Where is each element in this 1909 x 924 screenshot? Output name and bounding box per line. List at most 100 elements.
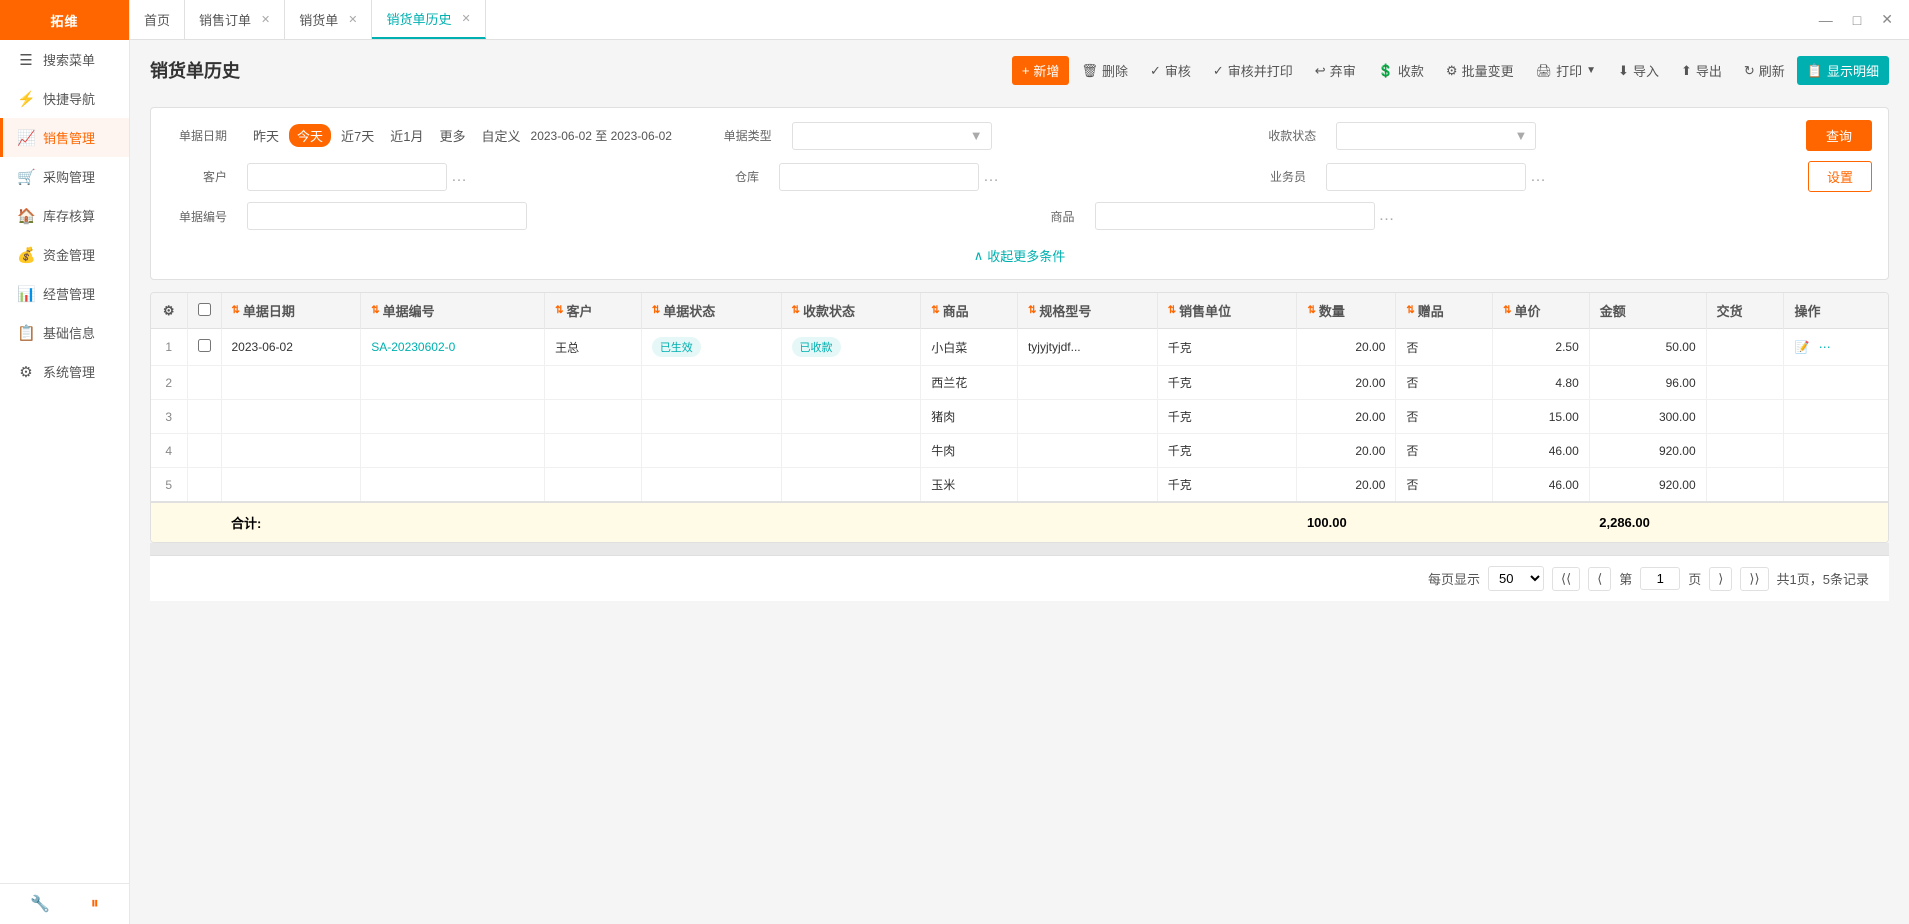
custom-shortcut[interactable]: 自定义: [476, 124, 527, 147]
edit-action-icon[interactable]: 📝: [1794, 340, 1809, 354]
more-shortcut[interactable]: 更多: [434, 124, 472, 147]
delete-button[interactable]: 🗑 删除: [1071, 56, 1138, 85]
th-customer[interactable]: ⇅ 客户: [545, 293, 642, 329]
th-spec[interactable]: ⇅ 规格型号: [1017, 293, 1157, 329]
tab-bar-end: — □ ✕: [1813, 9, 1909, 30]
batch-change-button[interactable]: ⚙ 批量变更: [1436, 56, 1524, 85]
maximize-button[interactable]: □: [1847, 10, 1867, 30]
sidebar-item-operations[interactable]: 📊 经营管理: [0, 274, 129, 313]
more-action-icon[interactable]: ⋯: [1819, 340, 1831, 354]
th-collect-status[interactable]: ⇅ 收款状态: [781, 293, 921, 329]
import-button[interactable]: ⬇ 导入: [1608, 56, 1669, 85]
th-customer-sort-icon: ⇅: [555, 305, 563, 316]
row-unit: 千克: [1157, 400, 1297, 434]
product-dots[interactable]: …: [1379, 207, 1395, 225]
sidebar-item-finance[interactable]: 💰 资金管理: [0, 235, 129, 274]
row-checkbox[interactable]: [198, 339, 211, 352]
last-page-button[interactable]: ⟩⟩: [1740, 567, 1768, 591]
yesterday-shortcut[interactable]: 昨天: [247, 124, 285, 147]
row-product: 小白菜: [921, 329, 1018, 366]
th-checkbox: [187, 293, 221, 329]
row-doc-status: [641, 366, 781, 400]
customer-input[interactable]: [247, 163, 447, 191]
doc-type-select[interactable]: ▼: [792, 122, 992, 150]
doc-number-input[interactable]: [247, 202, 527, 230]
sidebar-item-purchase-mgmt[interactable]: 🛒 采购管理: [0, 157, 129, 196]
tab-sales-goods-close[interactable]: ✕: [348, 13, 357, 26]
refresh-button[interactable]: ↻ 刷新: [1734, 56, 1795, 85]
collect-status-select[interactable]: ▼: [1336, 122, 1536, 150]
salesperson-dots[interactable]: …: [1530, 168, 1546, 186]
prev-page-button[interactable]: ⟨: [1588, 567, 1611, 591]
tab-sales-order-close[interactable]: ✕: [261, 13, 270, 26]
print-button[interactable]: 🖨 打印 ▼: [1526, 56, 1606, 85]
collapse-button[interactable]: ∧ 收起更多条件: [167, 240, 1872, 267]
row-unit: 千克: [1157, 329, 1297, 366]
sidebar-item-search-menu[interactable]: ☰ 搜索菜单: [0, 40, 129, 79]
th-number[interactable]: ⇅ 单据编号: [361, 293, 545, 329]
summary-empty2: [1396, 502, 1493, 542]
collapse-label: 收起更多条件: [987, 246, 1065, 265]
sidebar-item-sys-mgmt[interactable]: ⚙ 系统管理: [0, 352, 129, 391]
abandon-button[interactable]: ↩ 弃审: [1305, 56, 1366, 85]
month-shortcut[interactable]: 近1月: [384, 124, 429, 147]
tab-home[interactable]: 首页: [130, 0, 185, 39]
th-doc-status-sort-icon: ⇅: [652, 305, 660, 316]
th-price[interactable]: ⇅ 单价: [1493, 293, 1590, 329]
th-quantity[interactable]: ⇅ 数量: [1297, 293, 1396, 329]
th-doc-status[interactable]: ⇅ 单据状态: [641, 293, 781, 329]
th-settings[interactable]: ⚙: [151, 293, 187, 329]
settings-bottom-icon[interactable]: 🔧: [30, 894, 50, 914]
per-page-select[interactable]: 50 100 200: [1488, 566, 1544, 591]
show-detail-button[interactable]: 📋 显示明细: [1797, 56, 1889, 85]
row-transaction: [1706, 468, 1784, 503]
sidebar-item-quick-nav[interactable]: ⚡ 快捷导航: [0, 79, 129, 118]
tab-sales-goods[interactable]: 销货单 ✕: [285, 0, 372, 39]
salesperson-input[interactable]: [1326, 163, 1526, 191]
warehouse-dots[interactable]: …: [983, 168, 999, 186]
tab-sales-order[interactable]: 销售订单 ✕: [185, 0, 285, 39]
week-shortcut[interactable]: 近7天: [335, 124, 380, 147]
th-date[interactable]: ⇅ 单据日期: [221, 293, 361, 329]
audit-button[interactable]: ✓ 审核: [1140, 56, 1201, 85]
set-button[interactable]: 设置: [1808, 161, 1872, 192]
tab-sales-history[interactable]: 销货单历史 ✕: [372, 0, 485, 39]
row-date: [221, 366, 361, 400]
sidebar-item-label: 经营管理: [43, 284, 95, 303]
th-product[interactable]: ⇅ 商品: [921, 293, 1018, 329]
today-shortcut[interactable]: 今天: [289, 124, 331, 147]
query-button[interactable]: 查询: [1806, 120, 1872, 151]
minimize-button[interactable]: —: [1813, 10, 1839, 30]
th-gift[interactable]: ⇅ 赠品: [1396, 293, 1493, 329]
summary-empty3: [1493, 502, 1590, 542]
next-page-button[interactable]: ⟩: [1709, 567, 1732, 591]
row-spec: [1017, 366, 1157, 400]
tab-sales-history-close[interactable]: ✕: [462, 12, 471, 25]
th-unit[interactable]: ⇅ 销售单位: [1157, 293, 1297, 329]
sidebar-item-sales-mgmt[interactable]: 📈 销售管理: [0, 118, 129, 157]
tab-sales-goods-label: 销货单: [299, 10, 338, 29]
close-button[interactable]: ✕: [1875, 9, 1899, 30]
collect-status-filter: ▼: [1336, 122, 1786, 150]
first-page-button[interactable]: ⟨⟨: [1552, 567, 1580, 591]
product-input[interactable]: [1095, 202, 1375, 230]
page-number-input[interactable]: [1640, 567, 1680, 590]
doc-number-link[interactable]: SA-20230602-0: [371, 340, 455, 354]
select-all-checkbox[interactable]: [198, 303, 211, 316]
row-number: SA-20230602-0: [361, 329, 545, 366]
collect-button[interactable]: 💲 收款: [1368, 56, 1434, 85]
add-button[interactable]: + 新增: [1012, 56, 1070, 85]
export-button[interactable]: ⬆ 导出: [1671, 56, 1732, 85]
filter-row-date: 单据日期 昨天 今天 近7天 近1月 更多 自定义 2023-06-02 至 2…: [167, 120, 1872, 151]
pause-bottom-icon[interactable]: ⏸: [91, 895, 99, 913]
customer-dots[interactable]: …: [451, 168, 467, 186]
horizontal-scrollbar[interactable]: [150, 543, 1889, 555]
tab-home-label: 首页: [144, 10, 170, 29]
table-settings-icon[interactable]: ⚙: [163, 303, 175, 318]
table-row: 4 牛肉 千克 20.00 否 46.00 920.00: [151, 434, 1888, 468]
sidebar-item-inventory[interactable]: 🏠 库存核算: [0, 196, 129, 235]
th-amount: 金额: [1589, 293, 1706, 329]
sidebar-item-basic-info[interactable]: 📋 基础信息: [0, 313, 129, 352]
audit-print-button[interactable]: ✓ 审核并打印: [1203, 56, 1303, 85]
warehouse-input[interactable]: [779, 163, 979, 191]
